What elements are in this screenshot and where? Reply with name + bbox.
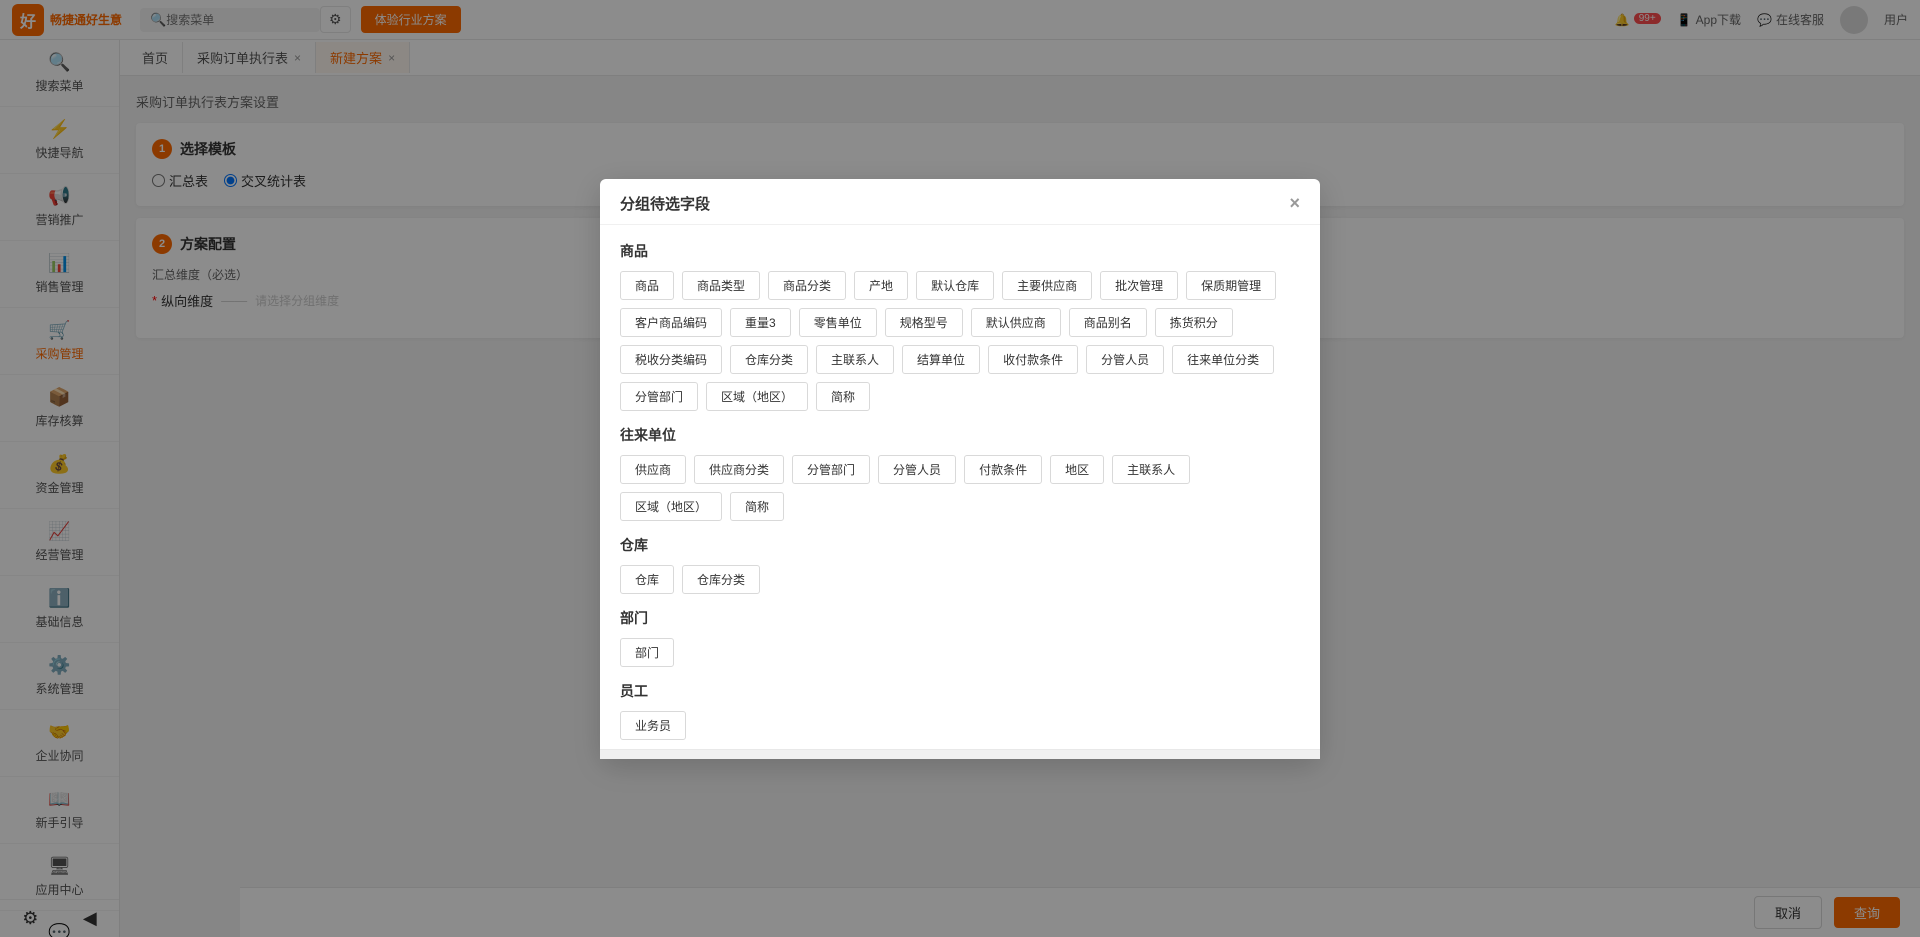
field-tag[interactable]: 简称 — [730, 492, 784, 521]
field-tag[interactable]: 仓库 — [620, 565, 674, 594]
modal-horizontal-scroll[interactable] — [600, 749, 1320, 759]
field-tag[interactable]: 分管人员 — [878, 455, 956, 484]
field-group-title-往来单位: 往来单位 — [620, 425, 1300, 445]
field-tag[interactable]: 地区 — [1050, 455, 1104, 484]
field-tags-仓库: 仓库仓库分类 — [620, 565, 1300, 594]
field-tag[interactable]: 主联系人 — [1112, 455, 1190, 484]
field-group-title-商品: 商品 — [620, 241, 1300, 261]
field-tag[interactable]: 仓库分类 — [730, 345, 808, 374]
modal-dialog: 分组待选字段 × 商品商品商品类型商品分类产地默认仓库主要供应商批次管理保质期管… — [600, 179, 1320, 759]
field-tags-部门: 部门 — [620, 638, 1300, 667]
field-tag[interactable]: 供应商分类 — [694, 455, 784, 484]
field-tag[interactable]: 区域（地区） — [620, 492, 722, 521]
field-tag[interactable]: 业务员 — [620, 711, 686, 740]
field-tag[interactable]: 分管部门 — [792, 455, 870, 484]
field-tag[interactable]: 税收分类编码 — [620, 345, 722, 374]
modal-body[interactable]: 商品商品商品类型商品分类产地默认仓库主要供应商批次管理保质期管理客户商品编码重量… — [600, 225, 1320, 749]
field-tag[interactable]: 默认供应商 — [971, 308, 1061, 337]
modal-close-button[interactable]: × — [1289, 193, 1300, 214]
field-tags-商品: 商品商品类型商品分类产地默认仓库主要供应商批次管理保质期管理客户商品编码重量3 零… — [620, 271, 1300, 411]
field-tag[interactable]: 结算单位 — [902, 345, 980, 374]
field-group-title-部门: 部门 — [620, 608, 1300, 628]
field-tag[interactable]: 客户商品编码 — [620, 308, 722, 337]
field-tag[interactable]: 付款条件 — [964, 455, 1042, 484]
field-tag[interactable]: 保质期管理 — [1186, 271, 1276, 300]
field-tag[interactable]: 分管部门 — [620, 382, 698, 411]
modal-header: 分组待选字段 × — [600, 179, 1320, 225]
field-tag[interactable]: 分管人员 — [1086, 345, 1164, 374]
field-tag[interactable]: 默认仓库 — [916, 271, 994, 300]
field-tags-往来单位: 供应商供应商分类分管部门分管人员付款条件地区主联系人区域（地区） 简称 — [620, 455, 1300, 521]
field-tags-员工: 业务员 — [620, 711, 1300, 740]
field-tag[interactable]: 区域（地区） — [706, 382, 808, 411]
field-tag[interactable]: 商品 — [620, 271, 674, 300]
field-tag[interactable]: 商品分类 — [768, 271, 846, 300]
field-tag[interactable]: 批次管理 — [1100, 271, 1178, 300]
modal-overlay: 分组待选字段 × 商品商品商品类型商品分类产地默认仓库主要供应商批次管理保质期管… — [0, 0, 1920, 937]
field-tag[interactable]: 商品类型 — [682, 271, 760, 300]
field-tag[interactable]: 部门 — [620, 638, 674, 667]
field-tag[interactable]: 主要供应商 — [1002, 271, 1092, 300]
field-tag[interactable]: 仓库分类 — [682, 565, 760, 594]
field-tag[interactable]: 重量3 — [730, 308, 791, 337]
field-tag[interactable]: 供应商 — [620, 455, 686, 484]
field-tag[interactable]: 收付款条件 — [988, 345, 1078, 374]
field-tag[interactable]: 往来单位分类 — [1172, 345, 1274, 374]
field-tag[interactable]: 拣货积分 — [1155, 308, 1233, 337]
field-group-title-员工: 员工 — [620, 681, 1300, 701]
field-group-title-仓库: 仓库 — [620, 535, 1300, 555]
field-tag[interactable]: 产地 — [854, 271, 908, 300]
field-tag[interactable]: 主联系人 — [816, 345, 894, 374]
field-tag[interactable]: 商品别名 — [1069, 308, 1147, 337]
field-tag[interactable]: 简称 — [816, 382, 870, 411]
field-tag[interactable]: 规格型号 — [885, 308, 963, 337]
field-tag[interactable]: 零售单位 — [799, 308, 877, 337]
modal-title: 分组待选字段 — [620, 193, 710, 214]
